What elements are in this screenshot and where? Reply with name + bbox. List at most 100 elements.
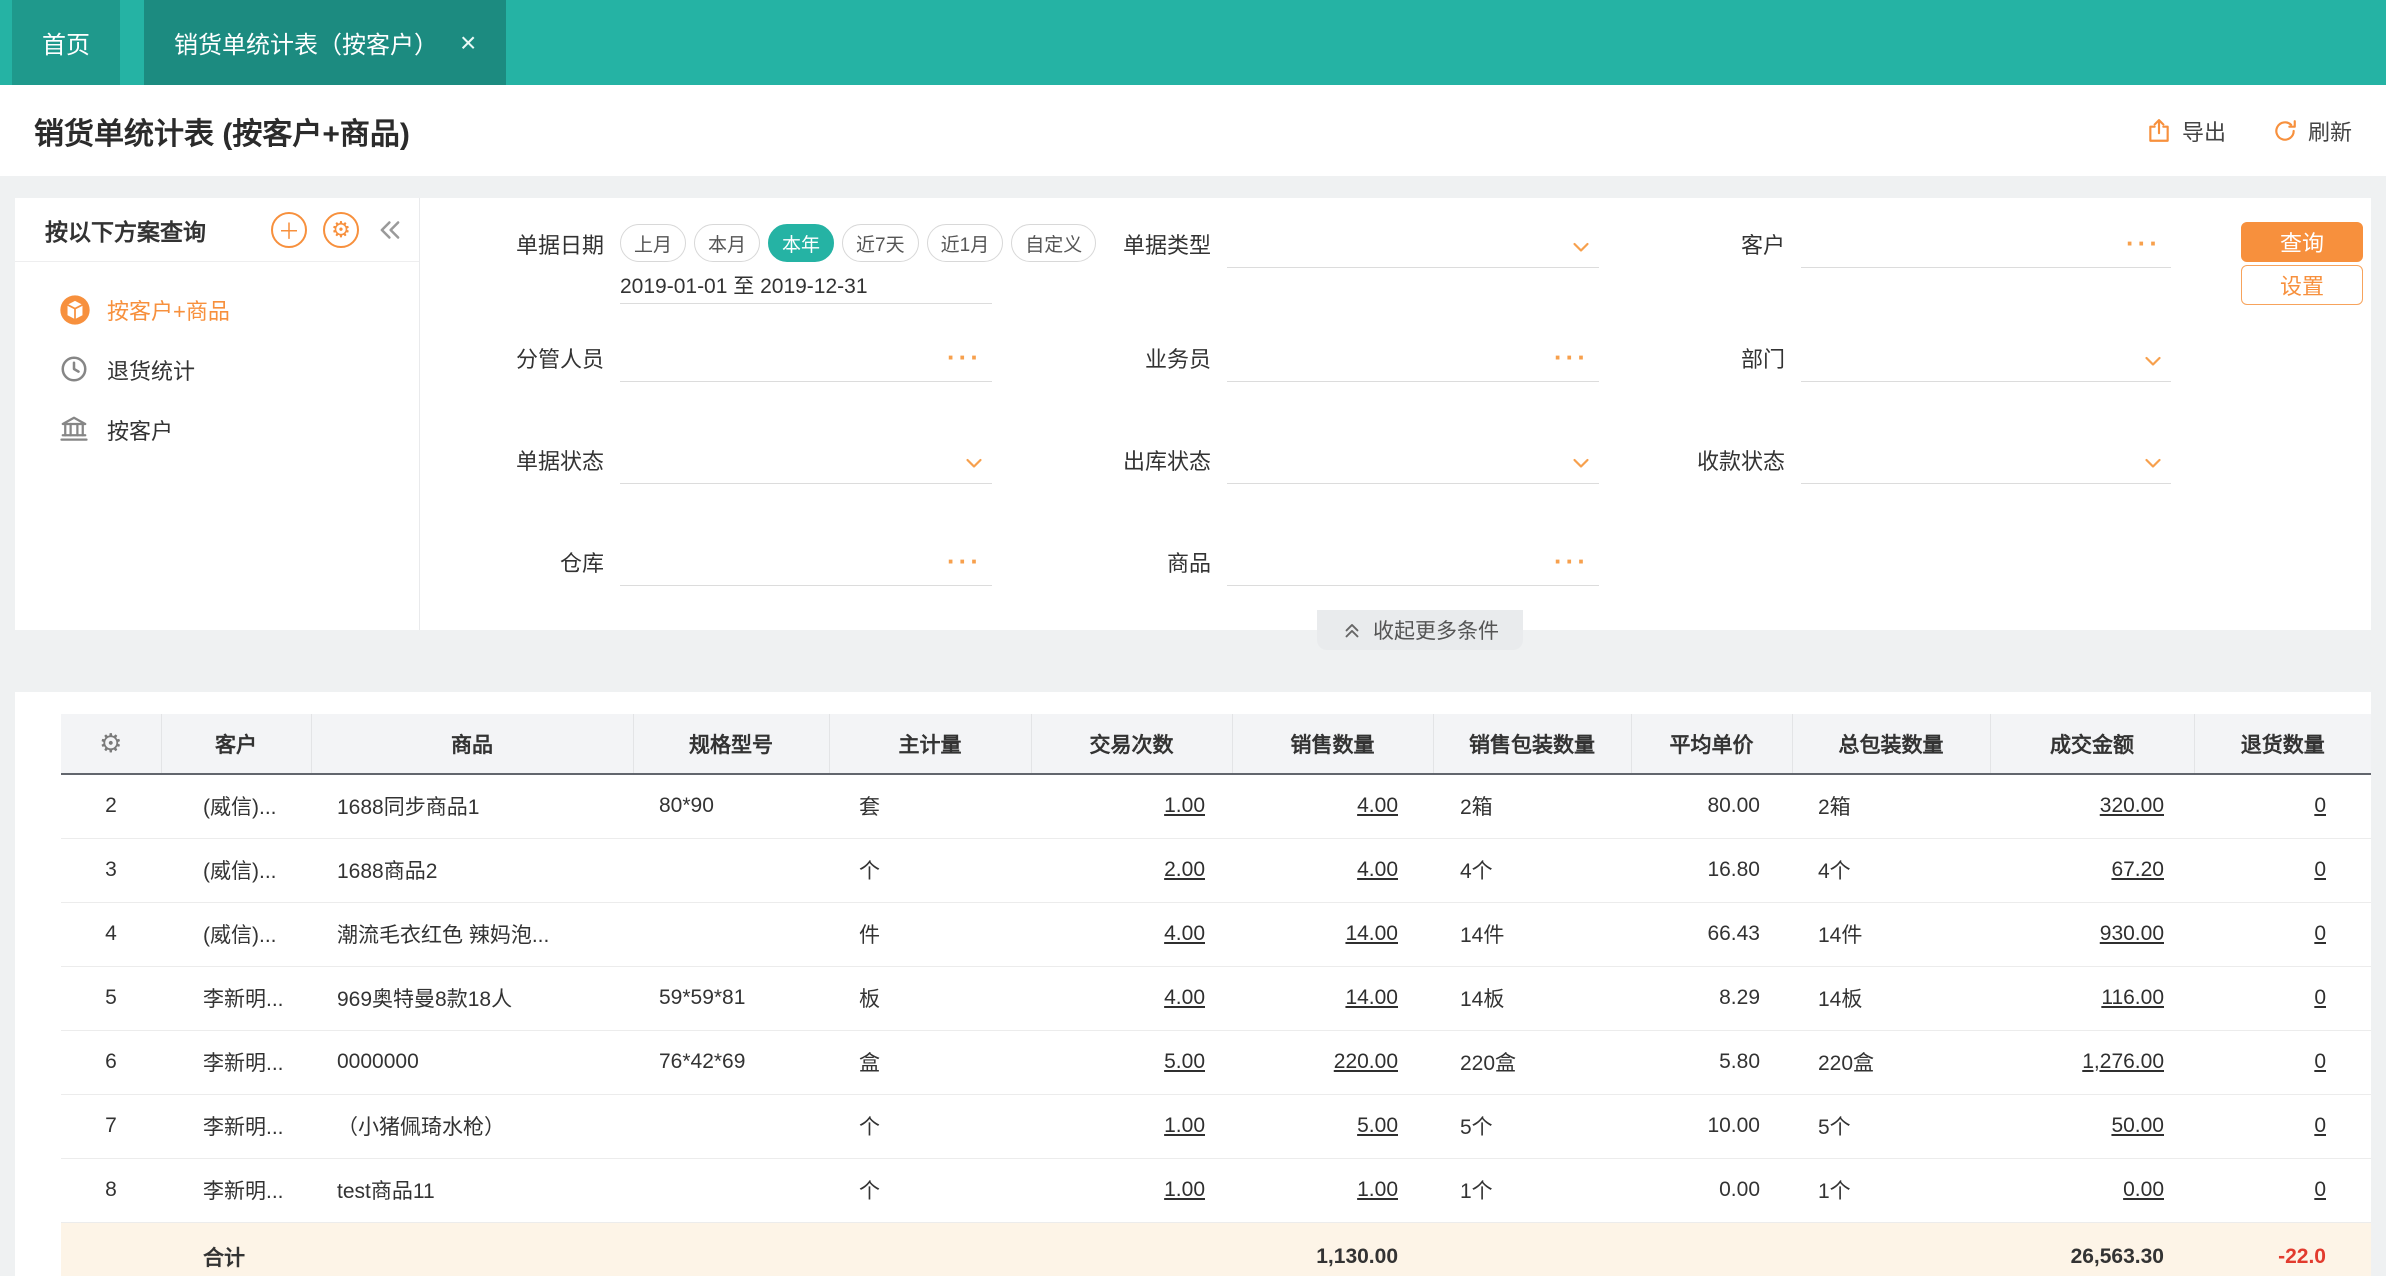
sidebar-item-customer-product[interactable]: 按客户+商品 [15,280,419,340]
link-times[interactable]: 4.00 [1164,922,1205,945]
refresh-button[interactable]: 刷新 [2272,115,2352,147]
doc-status-select[interactable] [620,440,992,484]
export-icon [2146,118,2172,144]
collapse-more-conditions-button[interactable]: 收起更多条件 [1317,610,1523,650]
link-times[interactable]: 1.00 [1164,794,1205,817]
link-qty[interactable]: 220.00 [1334,1050,1398,1073]
collapse-sidebar-icon[interactable] [375,215,405,245]
col-header-qty[interactable]: 销售数量 [1232,714,1434,775]
date-quick-pill[interactable]: 近7天 [842,224,919,262]
column-settings-gear[interactable]: ⚙ [61,714,162,775]
cell-product: test商品11 [311,1158,633,1223]
cell-idx: 7 [61,1094,161,1159]
refresh-icon [2272,118,2298,144]
link-amount[interactable]: 50.00 [2111,1114,2164,1137]
tab-sales-report[interactable]: 销货单统计表（按客户） × [144,0,507,85]
cell-amount: 50.00 [1990,1094,2194,1159]
date-range-text[interactable]: 2019-01-01 至 2019-12-31 [620,270,992,300]
total-pkg [1433,1221,1631,1276]
link-amount[interactable]: 320.00 [2100,794,2164,817]
date-quick-pill[interactable]: 上月 [620,224,687,262]
query-panel: 按以下方案查询 ＋ ⚙ 按客户+商品 退货统计 按客户 单据日期 上月 本月 本… [15,198,2371,650]
link-ret[interactable]: 0 [2314,1114,2326,1137]
col-header-product[interactable]: 商品 [311,714,634,775]
link-times[interactable]: 1.00 [1164,1114,1205,1137]
link-ret[interactable]: 0 [2314,922,2326,945]
filter-warehouse: 仓库 ··· [470,542,992,586]
department-select[interactable] [1801,338,2171,382]
date-quick-pill[interactable]: 本年 [768,224,835,262]
settings-button[interactable]: 设置 [2241,265,2363,305]
link-ret[interactable]: 0 [2314,794,2326,817]
link-ret[interactable]: 0 [2314,1178,2326,1201]
date-quick-pill[interactable]: 近1月 [926,224,1004,262]
doc-date-field[interactable]: 上月 本月 本年 近7天 近1月 自定义 2019-01-01 至 2019-12-31 [620,224,1097,304]
link-qty[interactable]: 5.00 [1357,1114,1398,1137]
col-header-return-qty[interactable]: 退货数量 [2194,714,2371,775]
table-row: 8 李新明... test商品11 个 1.00 1.00 1个 0.00 1个 0.00 0 [61,1158,2371,1223]
close-icon[interactable]: × [460,28,476,57]
table-row: 4 (威信)... 潮流毛衣红色 辣妈泡... 件 4.00 14.00 14件 66.43 1… [61,902,2371,967]
col-header-avg-price[interactable]: 平均单价 [1631,714,1793,775]
col-header-pkg-qty[interactable]: 销售包装数量 [1433,714,1632,775]
col-header-spec[interactable]: 规格型号 [633,714,830,775]
cell-pkg: 2箱 [1433,774,1631,839]
cell-pkg: 220盒 [1433,1030,1631,1095]
cell-pkg: 1个 [1433,1158,1631,1223]
link-ret[interactable]: 0 [2314,1050,2326,1073]
link-amount[interactable]: 67.20 [2111,858,2164,881]
date-quick-pill[interactable]: 本月 [694,224,761,262]
outbound-status-select[interactable] [1227,440,1599,484]
link-qty[interactable]: 14.00 [1345,922,1398,945]
link-times[interactable]: 5.00 [1164,1050,1205,1073]
col-header-customer[interactable]: 客户 [161,714,312,775]
cell-amount: 0.00 [1990,1158,2194,1223]
link-amount[interactable]: 1,276.00 [2082,1050,2164,1073]
product-picker[interactable]: ··· [1227,542,1599,586]
cell-ret: 0 [2194,966,2371,1031]
link-times[interactable]: 1.00 [1164,1178,1205,1201]
query-button[interactable]: 查询 [2241,222,2363,262]
link-times[interactable]: 4.00 [1164,986,1205,1009]
link-qty[interactable]: 14.00 [1345,986,1398,1009]
scheme-settings-button[interactable]: ⚙ [323,211,359,248]
link-qty[interactable]: 4.00 [1357,858,1398,881]
link-amount[interactable]: 930.00 [2100,922,2164,945]
link-qty[interactable]: 1.00 [1357,1178,1398,1201]
col-header-amount[interactable]: 成交金额 [1990,714,2195,775]
sidebar-item-by-customer[interactable]: 按客户 [15,400,419,460]
col-header-times[interactable]: 交易次数 [1031,714,1233,775]
cell-customer: 李新明... [161,1094,311,1159]
add-scheme-button[interactable]: ＋ [271,211,307,248]
sidebar-item-return-stats[interactable]: 退货统计 [15,340,419,400]
filter-payment-status: 收款状态 [1601,440,2171,484]
col-header-unit[interactable]: 主计量 [829,714,1032,775]
manager-picker[interactable]: ··· [620,338,992,382]
payment-status-select[interactable] [1801,440,2171,484]
date-quick-pill[interactable]: 自定义 [1011,224,1097,262]
link-qty[interactable]: 4.00 [1357,794,1398,817]
scheme-sidebar: 按以下方案查询 ＋ ⚙ 按客户+商品 退货统计 按客户 [15,198,420,630]
cell-idx: 2 [61,774,161,839]
doc-type-select[interactable] [1227,224,1599,268]
col-header-total-pkg[interactable]: 总包装数量 [1792,714,1991,775]
link-amount[interactable]: 0.00 [2123,1178,2164,1201]
tab-home[interactable]: 首页 [12,0,120,85]
filter-outbound-status: 出库状态 [1027,440,1599,484]
total-amount: 26,563.30 [1990,1221,2194,1276]
link-amount[interactable]: 116.00 [2101,986,2164,1009]
customer-picker[interactable]: ··· [1801,224,2171,268]
cell-times: 2.00 [1031,838,1232,903]
export-button[interactable]: 导出 [2146,115,2226,147]
cell-customer: (威信)... [161,774,311,839]
link-ret[interactable]: 0 [2314,858,2326,881]
total-customer: 合计 [161,1221,311,1276]
total-price [1631,1221,1792,1276]
salesman-picker[interactable]: ··· [1227,338,1599,382]
link-times[interactable]: 2.00 [1164,858,1205,881]
filter-doc-date: 单据日期 上月 本月 本年 近7天 近1月 自定义 2019-01-01 至 2019-1… [470,224,1097,304]
link-ret[interactable]: 0 [2314,986,2326,1009]
cell-tpkg: 1个 [1792,1158,1990,1223]
warehouse-picker[interactable]: ··· [620,542,992,586]
cell-times: 1.00 [1031,1094,1232,1159]
